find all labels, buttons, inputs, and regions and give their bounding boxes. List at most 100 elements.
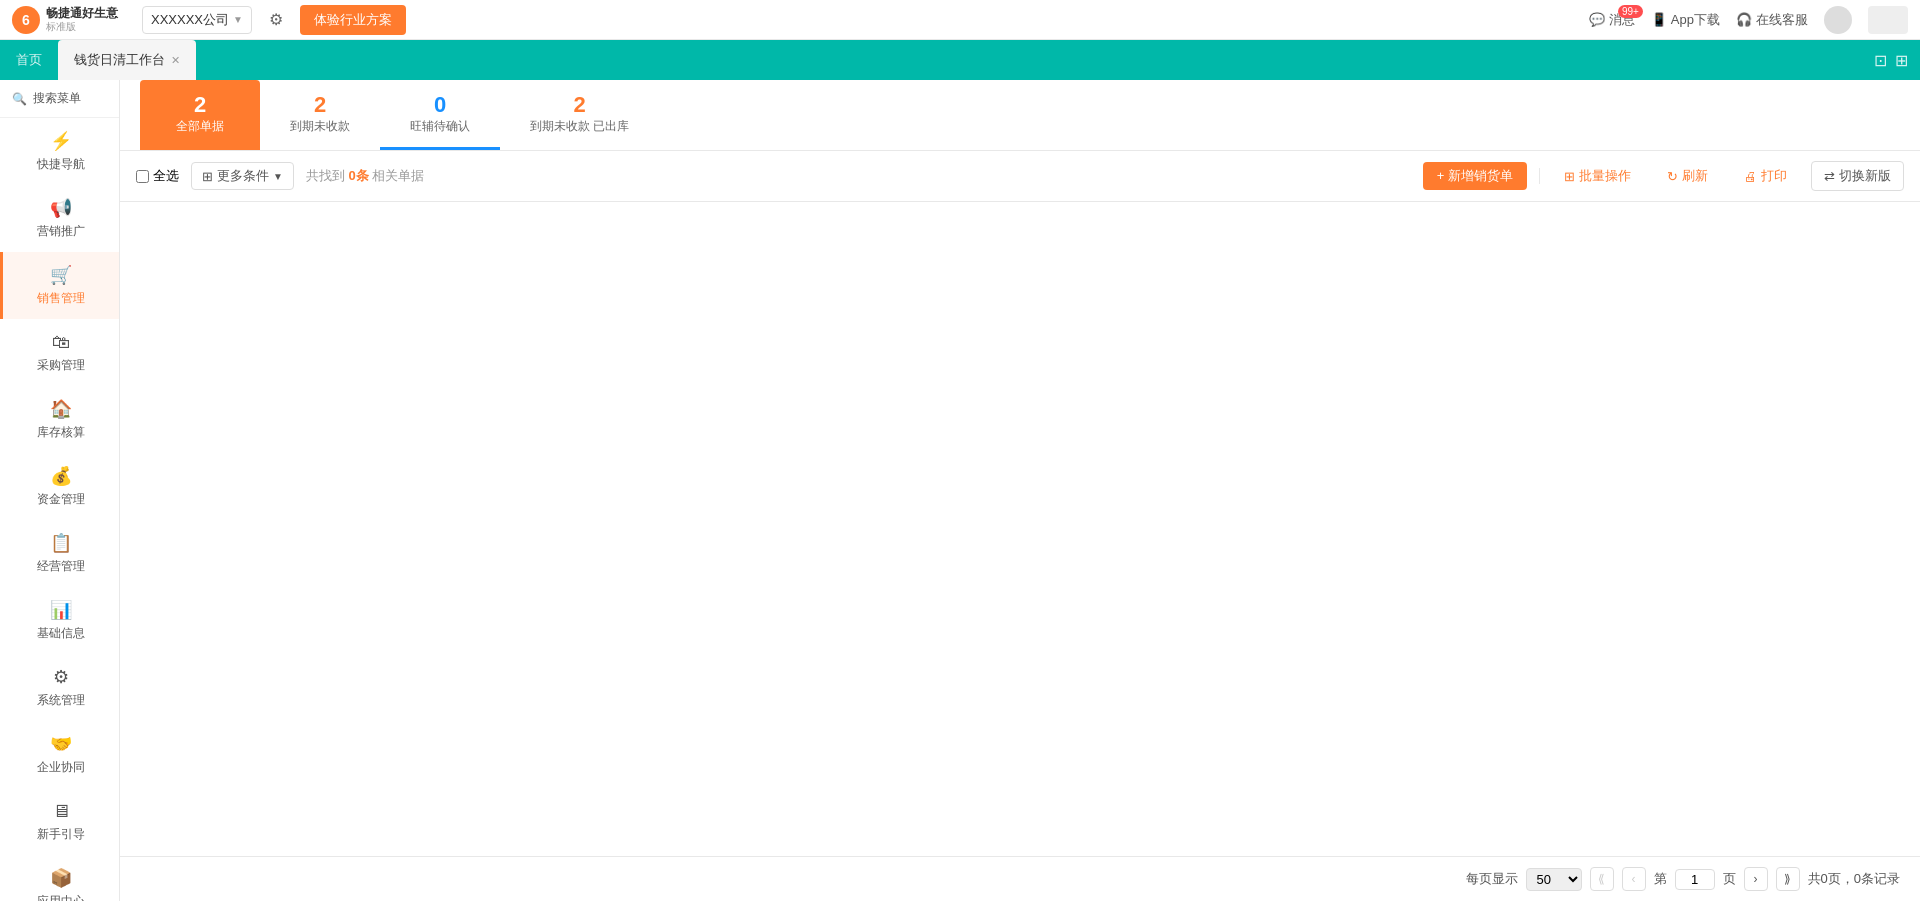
refresh-btn-label: 刷新 — [1682, 167, 1708, 185]
sidebar-item-guide[interactable]: 🖥 新手引导 — [0, 788, 119, 855]
tab-close-icon[interactable]: ✕ — [171, 54, 180, 67]
sidebar-item-inventory[interactable]: 🏠 库存核算 — [0, 386, 119, 453]
status-card-num-wangfu: 0 — [434, 92, 446, 118]
status-card-num-overdue: 2 — [314, 92, 326, 118]
app-download-action[interactable]: 📱 App下载 — [1651, 11, 1720, 29]
logo-icon: 6 — [12, 6, 40, 34]
page-first-button[interactable]: ⟪ — [1590, 867, 1614, 891]
status-card-overdue-out[interactable]: 2 到期未收款 已出库 — [500, 80, 659, 150]
lightning-icon: ⚡ — [50, 130, 72, 152]
batch-btn-label: 批量操作 — [1579, 167, 1631, 185]
content-area: 2 全部单据 2 到期未收款 0 旺辅待确认 2 到期未收款 已出库 全选 — [120, 80, 1920, 901]
sidebar-item-enterprise[interactable]: 🤝 企业协同 — [0, 721, 119, 788]
sidebar-item-label: 营销推广 — [37, 223, 85, 240]
filter-icon: ⊞ — [202, 169, 213, 184]
pagination: 每页显示 50 10 20 100 ⟪ ‹ 第 页 › ⟫ 共0页，0条记录 — [120, 856, 1920, 901]
status-card-all[interactable]: 2 全部单据 — [140, 80, 260, 150]
status-card-label-overdue: 到期未收款 — [290, 118, 350, 135]
sidebar-item-label: 企业协同 — [37, 759, 85, 776]
tab-maximize-icon[interactable]: ⊞ — [1895, 51, 1908, 70]
status-card-label-all: 全部单据 — [176, 118, 224, 135]
page-size-select[interactable]: 50 10 20 100 — [1526, 868, 1582, 891]
app-download-label: App下载 — [1671, 11, 1720, 29]
company-selector[interactable]: XXXXXX公司 ▼ — [142, 6, 252, 34]
status-card-num-overdue-out: 2 — [574, 92, 586, 118]
chevron-down-icon: ▼ — [233, 14, 243, 25]
select-all-checkbox[interactable]: 全选 — [136, 167, 179, 185]
select-all-label: 全选 — [153, 167, 179, 185]
tab-home-label: 首页 — [16, 51, 42, 69]
page-next-button[interactable]: › — [1744, 867, 1768, 891]
sidebar-item-purchase[interactable]: 🛍 采购管理 — [0, 319, 119, 386]
headset-icon: 🎧 — [1736, 12, 1752, 27]
result-suffix: 相关单据 — [372, 168, 424, 183]
sidebar-item-sales[interactable]: 🛒 销售管理 — [0, 252, 119, 319]
page-prev-button[interactable]: ‹ — [1622, 867, 1646, 891]
switch-version-button[interactable]: ⇄ 切换新版 — [1811, 161, 1904, 191]
message-icon: 💬 — [1589, 12, 1605, 27]
filter-btn-label: 更多条件 — [217, 167, 269, 185]
sidebar-item-system[interactable]: ⚙ 系统管理 — [0, 654, 119, 721]
tab-home[interactable]: 首页 — [0, 40, 58, 80]
select-all-input[interactable] — [136, 170, 149, 183]
gear-icon: ⚙ — [50, 666, 72, 688]
online-service-label: 在线客服 — [1756, 11, 1808, 29]
header-left: 6 畅捷通好生意 标准版 XXXXXX公司 ▼ ⚙ 体验行业方案 — [12, 5, 406, 35]
result-prefix: 共找到 — [306, 168, 345, 183]
tab-minimize-icon[interactable]: ⊡ — [1874, 51, 1887, 70]
header-right: 💬 消息 99+ 📱 App下载 🎧 在线客服 — [1589, 6, 1908, 34]
phone-icon: 📱 — [1651, 12, 1667, 27]
tab-workbench[interactable]: 钱货日清工作台 ✕ — [58, 40, 196, 80]
sidebar-item-label: 系统管理 — [37, 692, 85, 709]
trial-button[interactable]: 体验行业方案 — [300, 5, 406, 35]
online-service-action[interactable]: 🎧 在线客服 — [1736, 11, 1808, 29]
status-card-wangfu[interactable]: 0 旺辅待确认 — [380, 80, 500, 150]
print-btn-label: 打印 — [1761, 167, 1787, 185]
message-action[interactable]: 💬 消息 99+ — [1589, 11, 1635, 29]
chevron-down-icon: ▼ — [273, 171, 283, 182]
data-icon: 📊 — [50, 599, 72, 621]
table-area — [120, 202, 1920, 856]
sidebar-item-marketing[interactable]: 📢 营销推广 — [0, 185, 119, 252]
settings-icon[interactable]: ⚙ — [262, 6, 290, 34]
refresh-icon: ↻ — [1667, 169, 1678, 184]
sidebar-item-basic-info[interactable]: 📊 基础信息 — [0, 587, 119, 654]
sidebar-item-label: 经营管理 — [37, 558, 85, 575]
home-icon: 🏠 — [50, 398, 72, 420]
sidebar-item-app-center[interactable]: 📦 应用中心 — [0, 855, 119, 901]
status-card-overdue[interactable]: 2 到期未收款 — [260, 80, 380, 150]
main-layout: 🔍 搜索菜单 ⚡ 快捷导航 📢 营销推广 🛒 销售管理 🛍 采购管理 🏠 库存核… — [0, 80, 1920, 901]
sidebar-item-label: 基础信息 — [37, 625, 85, 642]
search-menu-label: 搜索菜单 — [33, 90, 81, 107]
logo-title: 畅捷通好生意 — [46, 6, 118, 20]
page-number-input[interactable] — [1675, 869, 1715, 890]
sidebar-item-operation[interactable]: 📋 经营管理 — [0, 520, 119, 587]
sidebar-item-quick-nav[interactable]: ⚡ 快捷导航 — [0, 118, 119, 185]
sidebar-item-finance[interactable]: 💰 资金管理 — [0, 453, 119, 520]
add-sale-order-button[interactable]: + 新增销货单 — [1423, 162, 1527, 190]
search-menu[interactable]: 🔍 搜索菜单 — [0, 80, 119, 118]
total-info: 共0页，0条记录 — [1808, 870, 1900, 888]
refresh-button[interactable]: ↻ 刷新 — [1655, 162, 1720, 190]
box-icon: 📦 — [50, 867, 72, 889]
user-name-area[interactable] — [1868, 6, 1908, 34]
status-card-num-all: 2 — [194, 92, 206, 118]
more-filter-button[interactable]: ⊞ 更多条件 ▼ — [191, 162, 294, 190]
monitor-icon: 🖥 — [50, 800, 72, 822]
logo-area: 6 畅捷通好生意 标准版 — [12, 6, 132, 34]
tab-bar-actions: ⊡ ⊞ — [1874, 51, 1920, 70]
logo-subtitle: 标准版 — [46, 21, 118, 33]
report-icon: 📋 — [50, 532, 72, 554]
avatar[interactable] — [1824, 6, 1852, 34]
batch-operation-button[interactable]: ⊞ 批量操作 — [1552, 162, 1643, 190]
toolbar-right: + 新增销货单 ⊞ 批量操作 ↻ 刷新 🖨 打印 ⇄ 切换新版 — [1423, 161, 1904, 191]
page-size-label: 每页显示 — [1466, 870, 1518, 888]
message-badge: 99+ — [1618, 5, 1643, 18]
bag-icon: 🛍 — [50, 331, 72, 353]
search-icon: 🔍 — [12, 92, 27, 106]
batch-icon: ⊞ — [1564, 169, 1575, 184]
toolbar: 全选 ⊞ 更多条件 ▼ 共找到 0条 相关单据 + 新增销货单 ⊞ 批 — [120, 151, 1920, 202]
print-button[interactable]: 🖨 打印 — [1732, 162, 1799, 190]
page-last-button[interactable]: ⟫ — [1776, 867, 1800, 891]
status-card-label-overdue-out: 到期未收款 已出库 — [530, 118, 629, 135]
